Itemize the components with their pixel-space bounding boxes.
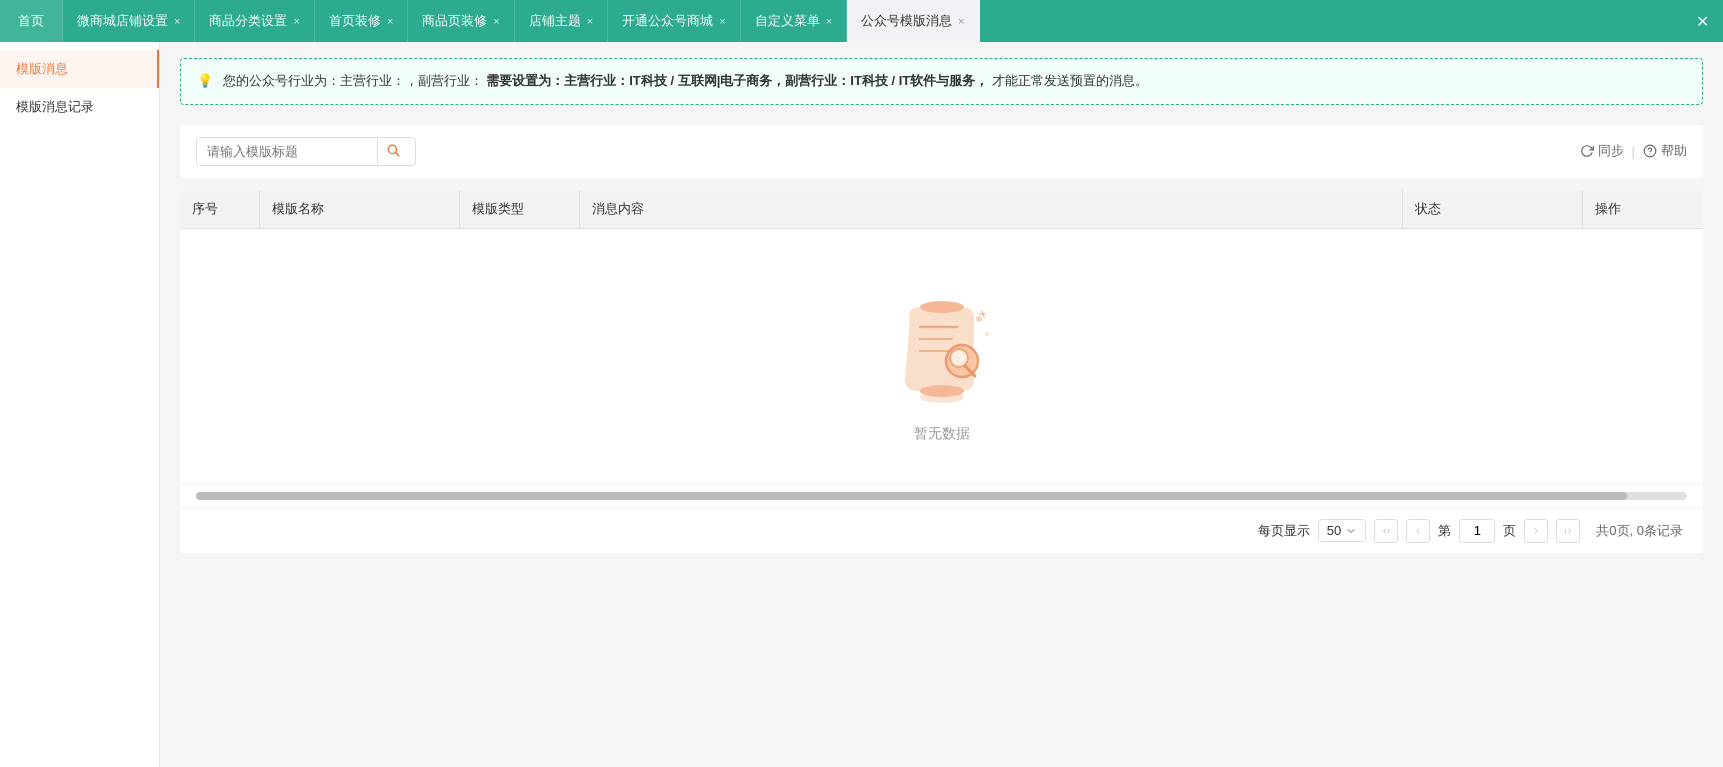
first-page-button[interactable] <box>1374 519 1398 543</box>
empty-illustration <box>882 289 1002 409</box>
page-label: 第 <box>1438 522 1451 540</box>
scroll-bar-area[interactable] <box>180 483 1703 508</box>
help-button[interactable]: 帮助 <box>1643 142 1687 160</box>
top-nav: 首页 微商城店铺设置 × 商品分类设置 × 首页装修 × 商品页装修 × 店铺主… <box>0 0 1723 42</box>
sidebar-item-template-msg-label: 模版消息 <box>16 61 68 76</box>
scroll-track[interactable] <box>196 492 1687 500</box>
data-table: 序号 模版名称 模版类型 消息内容 状态 操作 <box>180 190 1703 553</box>
col-action: 操作 <box>1583 190 1703 228</box>
page-unit: 页 <box>1503 522 1516 540</box>
svg-point-13 <box>976 316 982 322</box>
svg-point-14 <box>985 332 989 336</box>
pagination: 每页显示 50 <box>180 508 1703 553</box>
nav-tab-template-msg[interactable]: 公众号模版消息 × <box>847 0 979 42</box>
close-product-category[interactable]: × <box>293 15 299 27</box>
col-index: 序号 <box>180 190 260 228</box>
chevron-down-icon <box>1345 525 1357 537</box>
total-info: 共0页, 0条记录 <box>1596 522 1683 540</box>
product-category-label: 商品分类设置 <box>209 12 287 30</box>
home-tab-label: 首页 <box>18 12 44 30</box>
close-shop-settings[interactable]: × <box>174 15 180 27</box>
prev-page-button[interactable] <box>1406 519 1430 543</box>
divider: | <box>1632 144 1635 159</box>
nav-tab-shop-settings[interactable]: 微商城店铺设置 × <box>63 0 195 42</box>
svg-point-5 <box>920 301 964 313</box>
col-name: 模版名称 <box>260 190 460 228</box>
search-box[interactable] <box>196 137 416 166</box>
nav-tab-home-decor[interactable]: 首页装修 × <box>315 0 408 42</box>
nav-tab-home[interactable]: 首页 <box>0 0 63 42</box>
product-decor-label: 商品页装修 <box>422 12 487 30</box>
close-product-decor[interactable]: × <box>493 15 499 27</box>
sidebar-item-template-msg[interactable]: 模版消息 <box>0 50 159 88</box>
page-size-value: 50 <box>1327 523 1341 538</box>
close-home-decor[interactable]: × <box>387 15 393 27</box>
info-banner-highlight: 需要设置为：主营行业：IT科技 / 互联网|电子商务，副营行业：IT科技 / I… <box>486 73 988 88</box>
col-content: 消息内容 <box>580 190 1403 228</box>
info-banner: 💡 您的公众号行业为：主营行业：，副营行业： 需要设置为：主营行业：IT科技 /… <box>180 58 1703 105</box>
custom-menu-label: 自定义菜单 <box>755 12 820 30</box>
first-page-icon <box>1381 526 1391 536</box>
col-status: 状态 <box>1403 190 1583 228</box>
page-size-label: 每页显示 <box>1258 522 1310 540</box>
svg-point-11 <box>950 349 968 367</box>
prev-page-icon <box>1413 526 1423 536</box>
last-page-button[interactable] <box>1556 519 1580 543</box>
info-banner-prefix: 您的公众号行业为：主营行业：，副营行业： <box>223 73 483 88</box>
close-custom-menu[interactable]: × <box>826 15 832 27</box>
home-decor-label: 首页装修 <box>329 12 381 30</box>
page-size-select[interactable]: 50 <box>1318 519 1366 542</box>
search-icon <box>386 143 400 157</box>
close-all-tabs[interactable]: ✕ <box>1682 0 1723 42</box>
next-page-button[interactable] <box>1524 519 1548 543</box>
sidebar: 模版消息 模版消息记录 <box>0 42 160 767</box>
search-button[interactable] <box>377 138 408 165</box>
svg-point-6 <box>920 385 964 397</box>
col-type: 模版类型 <box>460 190 580 228</box>
nav-tab-product-decor[interactable]: 商品页装修 × <box>408 0 514 42</box>
scroll-thumb[interactable] <box>196 492 1627 500</box>
search-right-actions: 同步 | 帮助 <box>1580 142 1687 160</box>
open-mall-label: 开通公众号商城 <box>622 12 713 30</box>
svg-line-1 <box>396 152 399 155</box>
empty-state: 暂无数据 <box>180 229 1703 483</box>
info-banner-suffix: 才能正常发送预置的消息。 <box>992 73 1148 88</box>
next-page-icon <box>1531 526 1541 536</box>
close-open-mall[interactable]: × <box>719 15 725 27</box>
close-template-msg[interactable]: × <box>958 15 964 27</box>
sync-icon <box>1580 144 1594 158</box>
sidebar-item-template-msg-log-label: 模版消息记录 <box>16 99 94 114</box>
sync-button[interactable]: 同步 <box>1580 142 1624 160</box>
nav-tab-open-mall[interactable]: 开通公众号商城 × <box>608 0 740 42</box>
nav-tab-shop-theme[interactable]: 店铺主题 × <box>515 0 608 42</box>
search-input[interactable] <box>197 138 377 165</box>
nav-tab-custom-menu[interactable]: 自定义菜单 × <box>741 0 847 42</box>
close-shop-theme[interactable]: × <box>587 15 593 27</box>
help-icon <box>1643 144 1657 158</box>
page-number-input[interactable] <box>1459 519 1495 543</box>
sync-label: 同步 <box>1598 142 1624 160</box>
template-msg-label: 公众号模版消息 <box>861 12 952 30</box>
last-page-icon <box>1563 526 1573 536</box>
main-layout: 模版消息 模版消息记录 💡 您的公众号行业为：主营行业：，副营行业： 需要设置为… <box>0 42 1723 767</box>
search-bar: 同步 | 帮助 <box>180 125 1703 178</box>
empty-text: 暂无数据 <box>914 425 970 443</box>
sidebar-item-template-msg-log[interactable]: 模版消息记录 <box>0 88 159 126</box>
shop-settings-label: 微商城店铺设置 <box>77 12 168 30</box>
nav-tab-product-category[interactable]: 商品分类设置 × <box>195 0 314 42</box>
table-header: 序号 模版名称 模版类型 消息内容 状态 操作 <box>180 190 1703 229</box>
main-content: 💡 您的公众号行业为：主营行业：，副营行业： 需要设置为：主营行业：IT科技 /… <box>160 42 1723 767</box>
shop-theme-label: 店铺主题 <box>529 12 581 30</box>
close-all-icon: ✕ <box>1696 12 1709 31</box>
help-label: 帮助 <box>1661 142 1687 160</box>
bulb-icon: 💡 <box>197 73 213 88</box>
